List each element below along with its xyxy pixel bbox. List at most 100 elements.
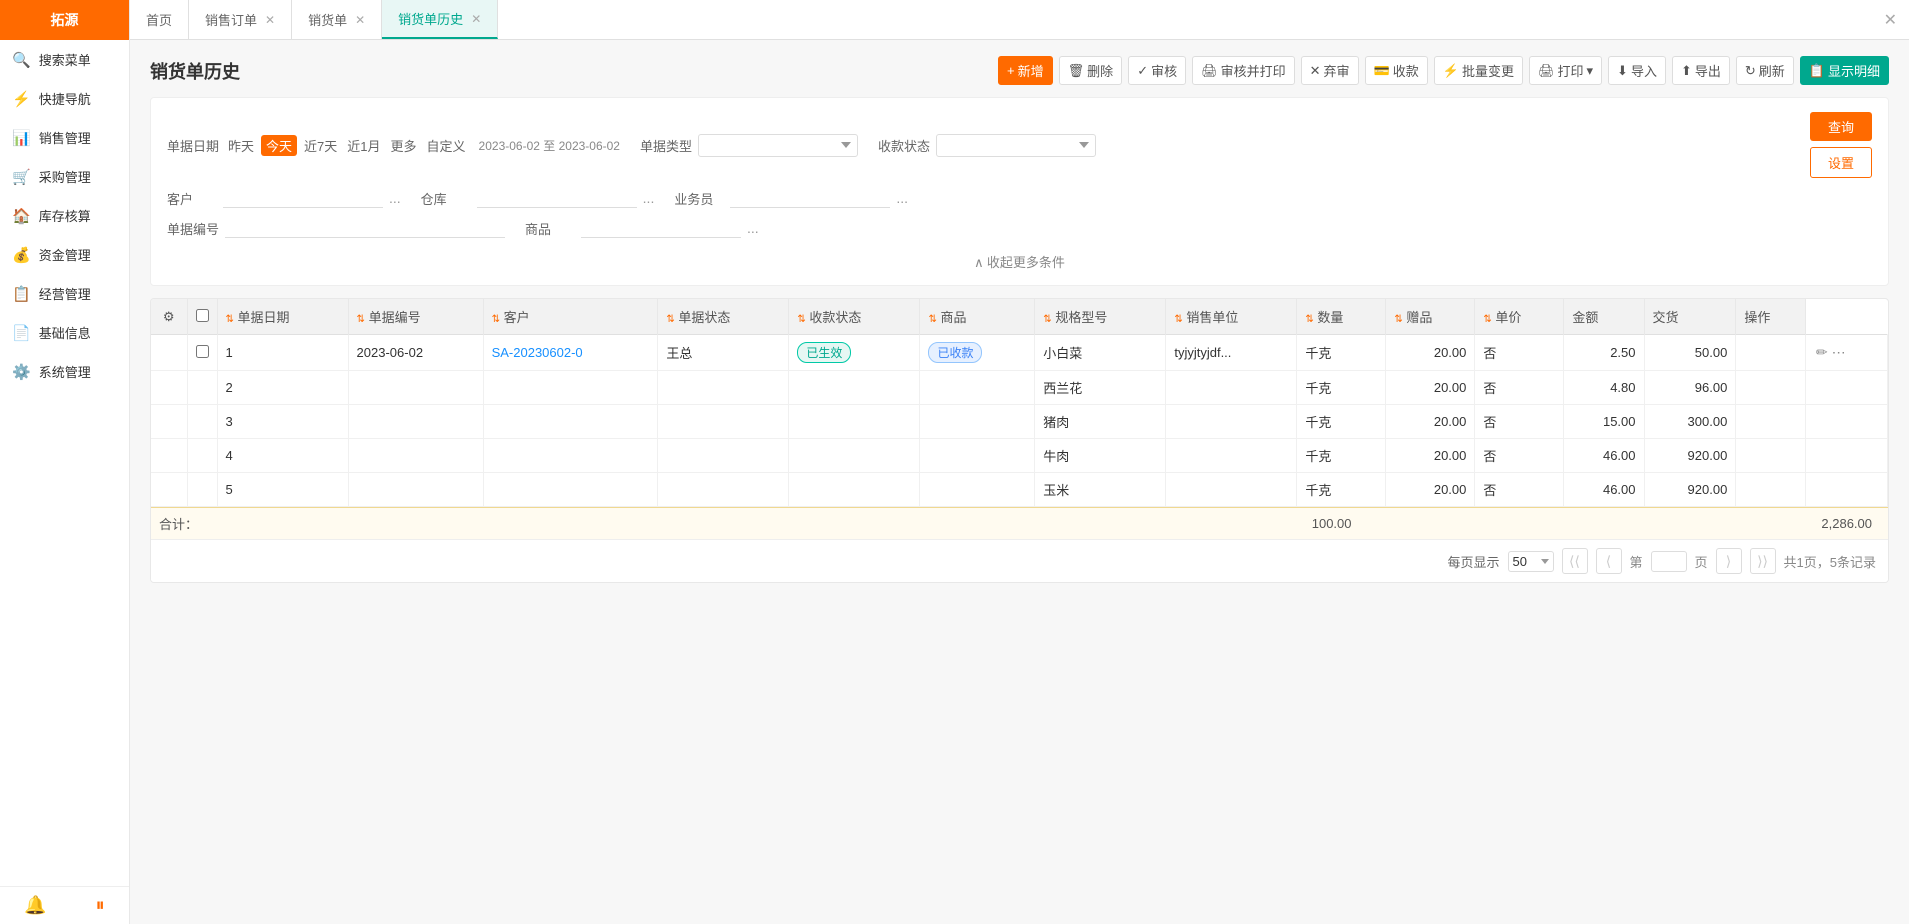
row-goods: 小白菜 xyxy=(1035,335,1166,371)
col-goods[interactable]: ⇅ 商品 xyxy=(920,299,1035,335)
customer-input[interactable] xyxy=(223,188,383,208)
export-button[interactable]: ⬆ 导出 xyxy=(1672,56,1730,85)
tab-sales-doc[interactable]: 销货单 ✕ xyxy=(292,0,382,39)
customer-dots[interactable]: ... xyxy=(389,190,401,206)
row-qty: 20.00 xyxy=(1386,371,1475,405)
reject-label: 弃审 xyxy=(1324,61,1350,80)
tab-home-label: 首页 xyxy=(146,10,172,29)
shortcut-1month[interactable]: 近1月 xyxy=(344,135,383,156)
tab-sales-history[interactable]: 销货单历史 ✕ xyxy=(382,0,498,39)
doc-number-input[interactable] xyxy=(225,218,505,238)
import-button[interactable]: ⬇ 导入 xyxy=(1608,56,1666,85)
tab-sales-doc-close[interactable]: ✕ xyxy=(355,13,365,27)
tab-sales-history-label: 销货单历史 xyxy=(398,9,463,28)
col-spec-label: 规格型号 xyxy=(1055,310,1107,325)
warehouse-input[interactable] xyxy=(477,188,637,208)
batch-change-button[interactable]: ⚡ 批量变更 xyxy=(1434,56,1523,85)
salesperson-input[interactable] xyxy=(730,188,890,208)
pause-icon[interactable]: ⏸ xyxy=(96,895,105,916)
row-amount: 920.00 xyxy=(1644,473,1736,507)
collect-button[interactable]: 💳 收款 xyxy=(1365,56,1428,85)
detail-icon: 📋 xyxy=(1809,63,1825,79)
col-qty[interactable]: ⇅ 数量 xyxy=(1297,299,1386,335)
col-docno[interactable]: ⇅ 单据编号 xyxy=(348,299,483,335)
goods-dots[interactable]: ... xyxy=(747,220,759,236)
settings-button[interactable]: 设置 xyxy=(1810,147,1872,178)
collapse-icon: ∧ xyxy=(974,255,984,270)
doc-no-link[interactable]: SA-20230602-0 xyxy=(492,345,583,360)
table-container: ⚙ ⇅ 单据日期 ⇅ 单据编号 ⇅ xyxy=(150,298,1889,583)
col-paystatus[interactable]: ⇅ 收款状态 xyxy=(789,299,920,335)
row-checkbox[interactable] xyxy=(196,345,209,358)
sidebar-item-operation-mgmt[interactable]: 📋 经营管理 xyxy=(0,274,129,313)
sidebar-item-purchase-mgmt[interactable]: 🛒 采购管理 xyxy=(0,157,129,196)
page-number-input[interactable]: 1 xyxy=(1651,551,1687,572)
print-button[interactable]: 🖨 打印 ▾ xyxy=(1529,56,1602,85)
print-label: 打印 xyxy=(1557,61,1583,80)
goods-input[interactable] xyxy=(581,218,741,238)
shortcut-custom[interactable]: 自定义 xyxy=(424,135,469,156)
more-icon[interactable]: ⋯ xyxy=(1832,344,1846,360)
edit-icon[interactable]: ✏ xyxy=(1816,344,1828,360)
salesperson-dots[interactable]: ... xyxy=(896,190,908,206)
doc-type-select[interactable] xyxy=(698,134,858,157)
col-gift[interactable]: ⇅ 赠品 xyxy=(1386,299,1475,335)
row-customer xyxy=(658,371,789,405)
page-size-select[interactable]: 50 100 xyxy=(1508,551,1554,572)
col-docstatus[interactable]: ⇅ 单据状态 xyxy=(658,299,789,335)
sidebar-item-inventory-calc[interactable]: 🏠 库存核算 xyxy=(0,196,129,235)
col-customer[interactable]: ⇅ 客户 xyxy=(483,299,658,335)
row-check xyxy=(187,371,217,405)
filter-row-1: 单据日期 昨天 今天 近7天 近1月 更多 自定义 2023-06-02 至 2… xyxy=(167,112,1872,178)
sidebar-item-quick-nav[interactable]: ⚡ 快捷导航 xyxy=(0,79,129,118)
table-body: 1 2023-06-02 SA-20230602-0 王总 已生效 已收款 小白… xyxy=(151,335,1888,507)
col-price[interactable]: ⇅ 单价 xyxy=(1475,299,1564,335)
col-date[interactable]: ⇅ 单据日期 xyxy=(217,299,348,335)
add-button[interactable]: + 新增 xyxy=(998,56,1053,85)
col-qty-label: 数量 xyxy=(1317,310,1343,325)
tab-sales-history-close[interactable]: ✕ xyxy=(471,12,481,26)
notification-icon[interactable]: 🔔 xyxy=(24,895,46,916)
tabbar-close-all[interactable]: ✕ xyxy=(1872,0,1909,39)
filter-panel: 单据日期 昨天 今天 近7天 近1月 更多 自定义 2023-06-02 至 2… xyxy=(150,97,1889,286)
last-page-button[interactable]: ⟩⟩ xyxy=(1750,548,1776,574)
row-docstatus xyxy=(789,473,920,507)
row-customer xyxy=(658,473,789,507)
sidebar-item-search-menu[interactable]: 🔍 搜索菜单 xyxy=(0,40,129,79)
row-check xyxy=(187,335,217,371)
shortcut-yesterday[interactable]: 昨天 xyxy=(225,135,257,156)
sidebar-item-sales-mgmt[interactable]: 📊 销售管理 xyxy=(0,118,129,157)
refresh-button[interactable]: ↻ 刷新 xyxy=(1736,56,1794,85)
query-button[interactable]: 查询 xyxy=(1810,112,1872,141)
row-gift: 否 xyxy=(1475,371,1564,405)
next-page-button[interactable]: ⟩ xyxy=(1716,548,1742,574)
shortcut-today[interactable]: 今天 xyxy=(261,135,297,156)
delete-button[interactable]: 🗑 删除 xyxy=(1059,56,1123,85)
filter-payment-status: 收款状态 xyxy=(878,134,1096,157)
tab-home[interactable]: 首页 xyxy=(130,0,189,39)
payment-status-select[interactable] xyxy=(936,134,1096,157)
reject-button[interactable]: ✕ 弃审 xyxy=(1301,56,1359,85)
row-gear xyxy=(151,439,187,473)
sidebar-item-sys-mgmt[interactable]: ⚙️ 系统管理 xyxy=(0,352,129,391)
sidebar-item-base-info[interactable]: 📄 基础信息 xyxy=(0,313,129,352)
select-all-checkbox[interactable] xyxy=(196,309,209,322)
first-page-button[interactable]: ⟨⟨ xyxy=(1562,548,1588,574)
approve-print-button[interactable]: 🖨 审核并打印 xyxy=(1192,56,1295,85)
col-unit[interactable]: ⇅ 销售单位 xyxy=(1166,299,1297,335)
shortcut-more[interactable]: 更多 xyxy=(388,135,420,156)
prev-page-button[interactable]: ⟨ xyxy=(1596,548,1622,574)
col-gear[interactable]: ⚙ xyxy=(151,299,187,335)
show-detail-button[interactable]: 📋 显示明细 xyxy=(1800,56,1889,85)
tab-sales-order[interactable]: 销售订单 ✕ xyxy=(189,0,292,39)
tab-sales-order-close[interactable]: ✕ xyxy=(265,13,275,27)
warehouse-dots[interactable]: ... xyxy=(643,190,655,206)
sidebar-item-fund-mgmt[interactable]: 💰 资金管理 xyxy=(0,235,129,274)
filter-warehouse: 仓库 ... xyxy=(421,188,655,208)
col-spec[interactable]: ⇅ 规格型号 xyxy=(1035,299,1166,335)
shortcut-7days[interactable]: 近7天 xyxy=(301,135,340,156)
approve-button[interactable]: ✓ 审核 xyxy=(1128,56,1186,85)
main-area: 首页 销售订单 ✕ 销货单 ✕ 销货单历史 ✕ ✕ 销货单历史 + 新增 xyxy=(130,0,1909,924)
row-spec xyxy=(1166,473,1297,507)
collapse-row[interactable]: ∧ 收起更多条件 xyxy=(167,248,1872,275)
